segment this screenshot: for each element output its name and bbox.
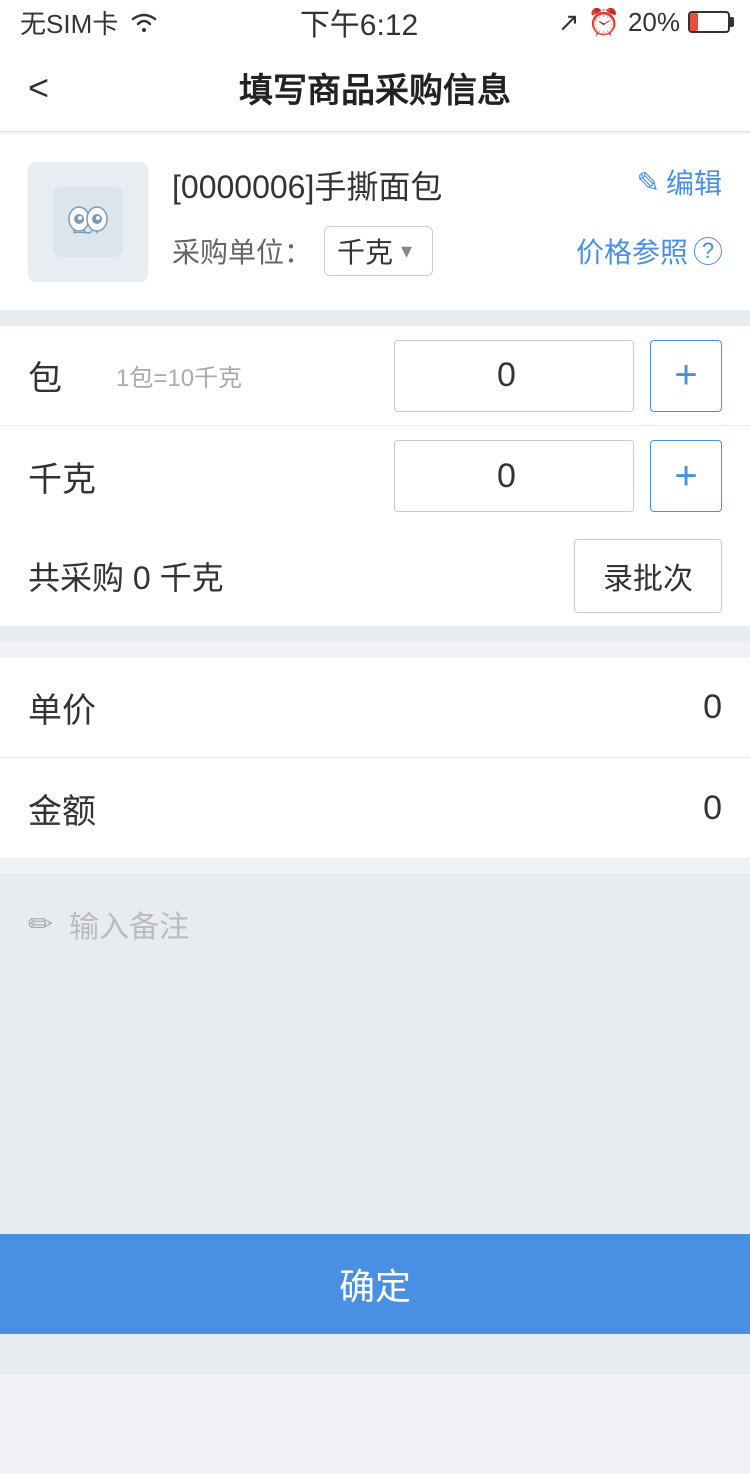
amount-label: 金额 [28,784,96,833]
pencil-icon: ✏ [28,907,53,942]
price-section: 单价 0 金额 0 [0,658,750,858]
amount-row: 金额 0 [0,758,750,858]
kg-plus-button[interactable]: + [650,440,722,512]
unit-value: 千克 [337,231,393,271]
bao-input-row: 包 1包=10千克 + [0,326,750,426]
unit-label: 采购单位： [172,231,312,271]
price-ref-button[interactable]: 价格参照 ? [576,231,722,271]
unit-price-row: 单价 0 [0,658,750,758]
product-logo: 智十 [53,187,123,257]
section-divider-2 [0,626,750,642]
bottom-spacer [0,1374,750,1474]
kg-input-row: 千克 + [0,426,750,526]
unit-price-value: 0 [703,688,722,727]
product-image: 智十 [28,162,148,282]
unit-select[interactable]: 千克 ▾ [324,226,433,276]
bao-plus-button[interactable]: + [650,340,722,412]
kg-label: 千克 [28,452,108,501]
back-button[interactable]: < [28,67,49,109]
alarm-icon: ⏰ [588,7,620,38]
product-info: [0000006]手撕面包 ✎ 编辑 采购单位： 千克 ▾ 价格参照 ? [172,162,722,276]
section-divider-1 [0,310,750,326]
status-right: ↗ ⏰ 20% [558,7,730,38]
summary-row: 共采购 0 千克 录批次 [0,526,750,626]
product-name: [0000006]手撕面包 [172,162,442,208]
batch-button[interactable]: 录批次 [574,539,722,613]
remark-placeholder: 输入备注 [69,902,189,946]
page-title: 填写商品采购信息 [239,63,511,112]
location-icon: ↗ [558,7,580,38]
price-ref-label: 价格参照 [576,231,688,271]
wifi-icon [128,10,160,34]
help-icon: ? [694,237,722,265]
battery-icon [688,11,730,33]
status-left: 无SIM卡 [20,4,160,41]
status-bar: 无SIM卡 下午6:12 ↗ ⏰ 20% [0,0,750,44]
edit-button[interactable]: ✎ 编辑 [637,162,722,202]
bao-input[interactable] [394,340,634,412]
carrier-text: 无SIM卡 [20,4,118,41]
status-time: 下午6:12 [300,0,418,44]
remark-section[interactable]: ✏ 输入备注 [0,874,750,974]
input-section: 包 1包=10千克 + 千克 + [0,326,750,526]
summary-text: 共采购 0 千克 [28,553,224,599]
dropdown-icon: ▾ [401,238,412,264]
nav-bar: < 填写商品采购信息 [0,44,750,132]
confirm-button[interactable]: 确定 [0,1234,750,1334]
bao-sublabel: 1包=10千克 [116,358,242,393]
edit-icon: ✎ [637,166,660,199]
product-card: 智十 [0000006]手撕面包 ✎ 编辑 采购单位： 千克 ▾ [0,134,750,310]
edit-label: 编辑 [666,162,722,202]
amount-value: 0 [703,789,722,828]
unit-price-label: 单价 [28,683,96,732]
battery-percent: 20% [628,7,680,38]
kg-input[interactable] [394,440,634,512]
bao-label: 包 [28,351,108,400]
